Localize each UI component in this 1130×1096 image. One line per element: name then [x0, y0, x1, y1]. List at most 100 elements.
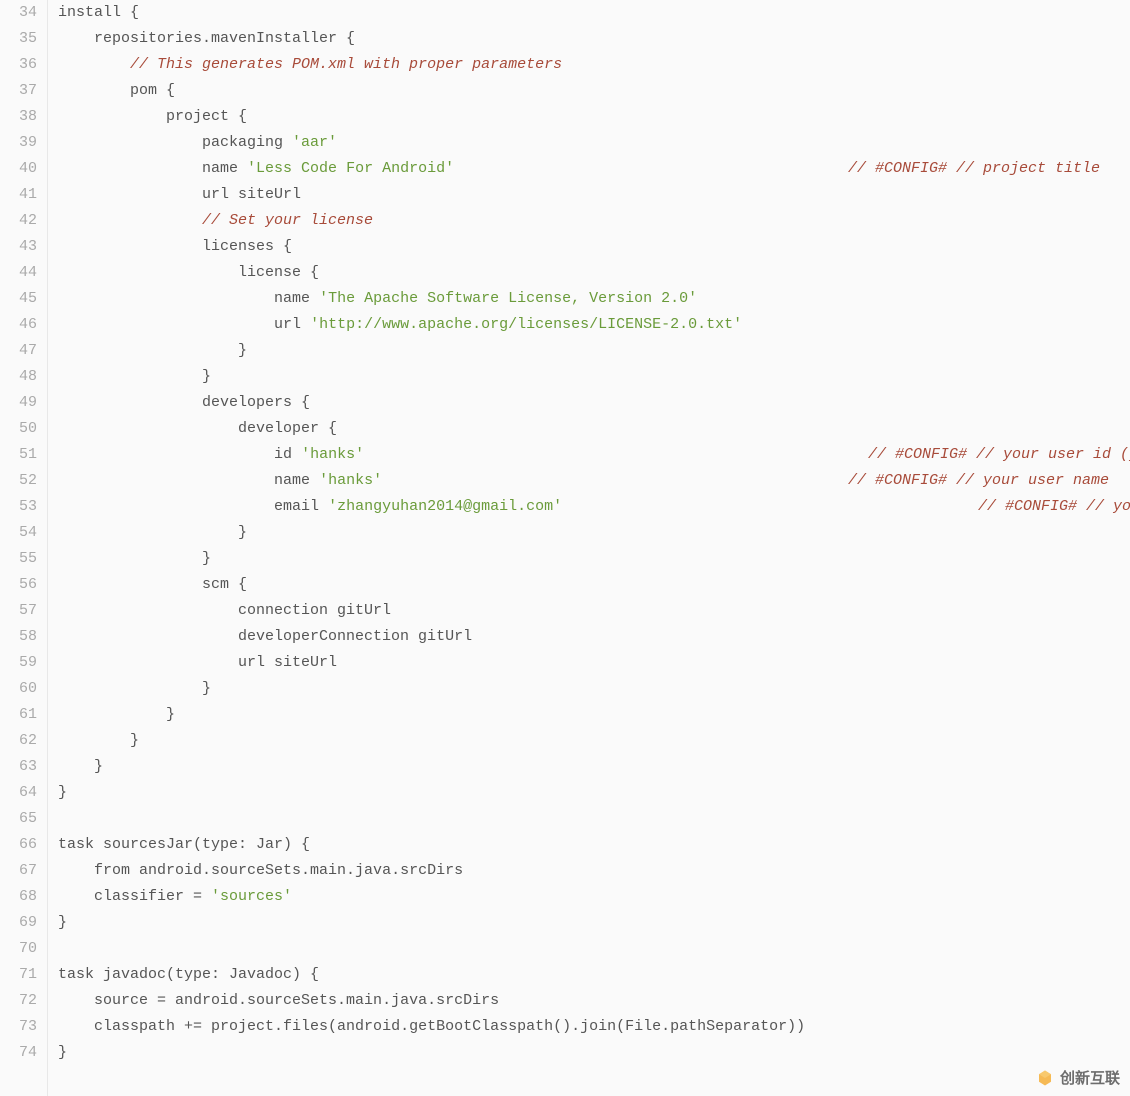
code-line[interactable]: } — [58, 754, 1130, 780]
code-line[interactable]: } — [58, 728, 1130, 754]
code-line[interactable]: task javadoc(type: Javadoc) { — [58, 962, 1130, 988]
code-token: url siteUrl — [238, 654, 337, 671]
code-line[interactable]: } — [58, 702, 1130, 728]
line-number: 39 — [0, 130, 37, 156]
line-number: 38 — [0, 104, 37, 130]
code-token: name — [274, 290, 319, 307]
code-line[interactable]: } — [58, 676, 1130, 702]
line-number: 65 — [0, 806, 37, 832]
line-number: 41 — [0, 182, 37, 208]
code-line[interactable]: task sourcesJar(type: Jar) { — [58, 832, 1130, 858]
code-token: classifier = — [94, 888, 211, 905]
code-line[interactable] — [58, 936, 1130, 962]
code-line[interactable]: } — [58, 546, 1130, 572]
code-token: connection gitUrl — [238, 602, 391, 619]
code-token: license { — [238, 264, 319, 281]
code-line[interactable]: connection gitUrl — [58, 598, 1130, 624]
code-pane[interactable]: install { repositories.mavenInstaller { … — [48, 0, 1130, 1096]
code-token: scm { — [202, 576, 247, 593]
code-line[interactable]: pom { — [58, 78, 1130, 104]
code-line[interactable]: } — [58, 910, 1130, 936]
code-line[interactable]: } — [58, 780, 1130, 806]
code-token: task sourcesJar(type: Jar) { — [58, 836, 310, 853]
code-line[interactable]: url siteUrl — [58, 182, 1130, 208]
line-number: 72 — [0, 988, 37, 1014]
line-number: 34 — [0, 0, 37, 26]
code-token: 'hanks' — [319, 472, 382, 489]
code-line[interactable]: source = android.sourceSets.main.java.sr… — [58, 988, 1130, 1014]
line-number: 57 — [0, 598, 37, 624]
code-token: 'Less Code For Android' — [247, 160, 454, 177]
line-number: 68 — [0, 884, 37, 910]
code-line[interactable]: project { — [58, 104, 1130, 130]
code-line[interactable]: classifier = 'sources' — [58, 884, 1130, 910]
line-number: 47 — [0, 338, 37, 364]
code-token: 'aar' — [292, 134, 337, 151]
code-line[interactable]: licenses { — [58, 234, 1130, 260]
code-token: developerConnection gitUrl — [238, 628, 472, 645]
code-line[interactable]: name 'Less Code For Android'// #CONFIG# … — [58, 156, 1130, 182]
code-line[interactable]: developers { — [58, 390, 1130, 416]
code-token: pom { — [130, 82, 175, 99]
code-token: licenses { — [202, 238, 292, 255]
line-number: 61 — [0, 702, 37, 728]
line-number: 63 — [0, 754, 37, 780]
code-token: } — [202, 550, 211, 567]
code-line[interactable]: install { — [58, 0, 1130, 26]
code-line[interactable]: classpath += project.files(android.getBo… — [58, 1014, 1130, 1040]
code-line[interactable]: // Set your license — [58, 208, 1130, 234]
code-token: 'zhangyuhan2014@gmail.com' — [328, 498, 562, 515]
code-line[interactable]: id 'hanks'// #CONFIG# // your user id (y… — [58, 442, 1130, 468]
code-editor: 3435363738394041424344454647484950515253… — [0, 0, 1130, 1096]
code-token: 'http://www.apache.org/licenses/LICENSE-… — [310, 316, 742, 333]
line-number: 53 — [0, 494, 37, 520]
line-number: 54 — [0, 520, 37, 546]
code-token: url siteUrl — [202, 186, 301, 203]
code-line[interactable]: scm { — [58, 572, 1130, 598]
line-number: 58 — [0, 624, 37, 650]
code-line[interactable]: packaging 'aar' — [58, 130, 1130, 156]
code-line[interactable]: } — [58, 1040, 1130, 1066]
line-number: 73 — [0, 1014, 37, 1040]
code-token: 'hanks' — [301, 446, 364, 463]
code-token: developer { — [238, 420, 337, 437]
code-token: } — [202, 368, 211, 385]
code-token: install { — [58, 4, 139, 21]
code-token: // Set your license — [202, 212, 373, 229]
code-token: name — [202, 160, 247, 177]
code-line[interactable]: } — [58, 338, 1130, 364]
line-number: 36 — [0, 52, 37, 78]
code-token: source = android.sourceSets.main.java.sr… — [94, 992, 499, 1009]
code-line[interactable]: url 'http://www.apache.org/licenses/LICE… — [58, 312, 1130, 338]
line-number: 40 — [0, 156, 37, 182]
watermark-icon — [1036, 1069, 1054, 1087]
code-token: } — [130, 732, 139, 749]
code-token: // This generates POM.xml with proper pa… — [130, 56, 562, 73]
line-number: 35 — [0, 26, 37, 52]
code-token: 'sources' — [211, 888, 292, 905]
code-token: classpath += project.files(android.getBo… — [94, 1018, 805, 1035]
code-line[interactable]: name 'The Apache Software License, Versi… — [58, 286, 1130, 312]
code-line[interactable]: // This generates POM.xml with proper pa… — [58, 52, 1130, 78]
code-line[interactable]: from android.sourceSets.main.java.srcDir… — [58, 858, 1130, 884]
code-token: developers { — [202, 394, 310, 411]
code-line[interactable]: } — [58, 520, 1130, 546]
code-line[interactable]: developerConnection gitUrl — [58, 624, 1130, 650]
code-line[interactable]: name 'hanks'// #CONFIG# // your user nam… — [58, 468, 1130, 494]
line-number: 51 — [0, 442, 37, 468]
line-number: 45 — [0, 286, 37, 312]
code-line[interactable]: } — [58, 364, 1130, 390]
code-token: } — [58, 914, 67, 931]
code-comment-right: // #CONFIG# // your user name — [848, 468, 1109, 494]
code-line[interactable]: repositories.mavenInstaller { — [58, 26, 1130, 52]
code-line[interactable]: developer { — [58, 416, 1130, 442]
code-line[interactable]: url siteUrl — [58, 650, 1130, 676]
line-number: 52 — [0, 468, 37, 494]
code-line[interactable] — [58, 806, 1130, 832]
code-line[interactable]: email 'zhangyuhan2014@gmail.com'// #CONF… — [58, 494, 1130, 520]
code-token: repositories.mavenInstaller { — [94, 30, 355, 47]
line-number: 55 — [0, 546, 37, 572]
code-line[interactable]: license { — [58, 260, 1130, 286]
watermark: 创新互联 — [1036, 1067, 1120, 1088]
code-token: } — [238, 524, 247, 541]
